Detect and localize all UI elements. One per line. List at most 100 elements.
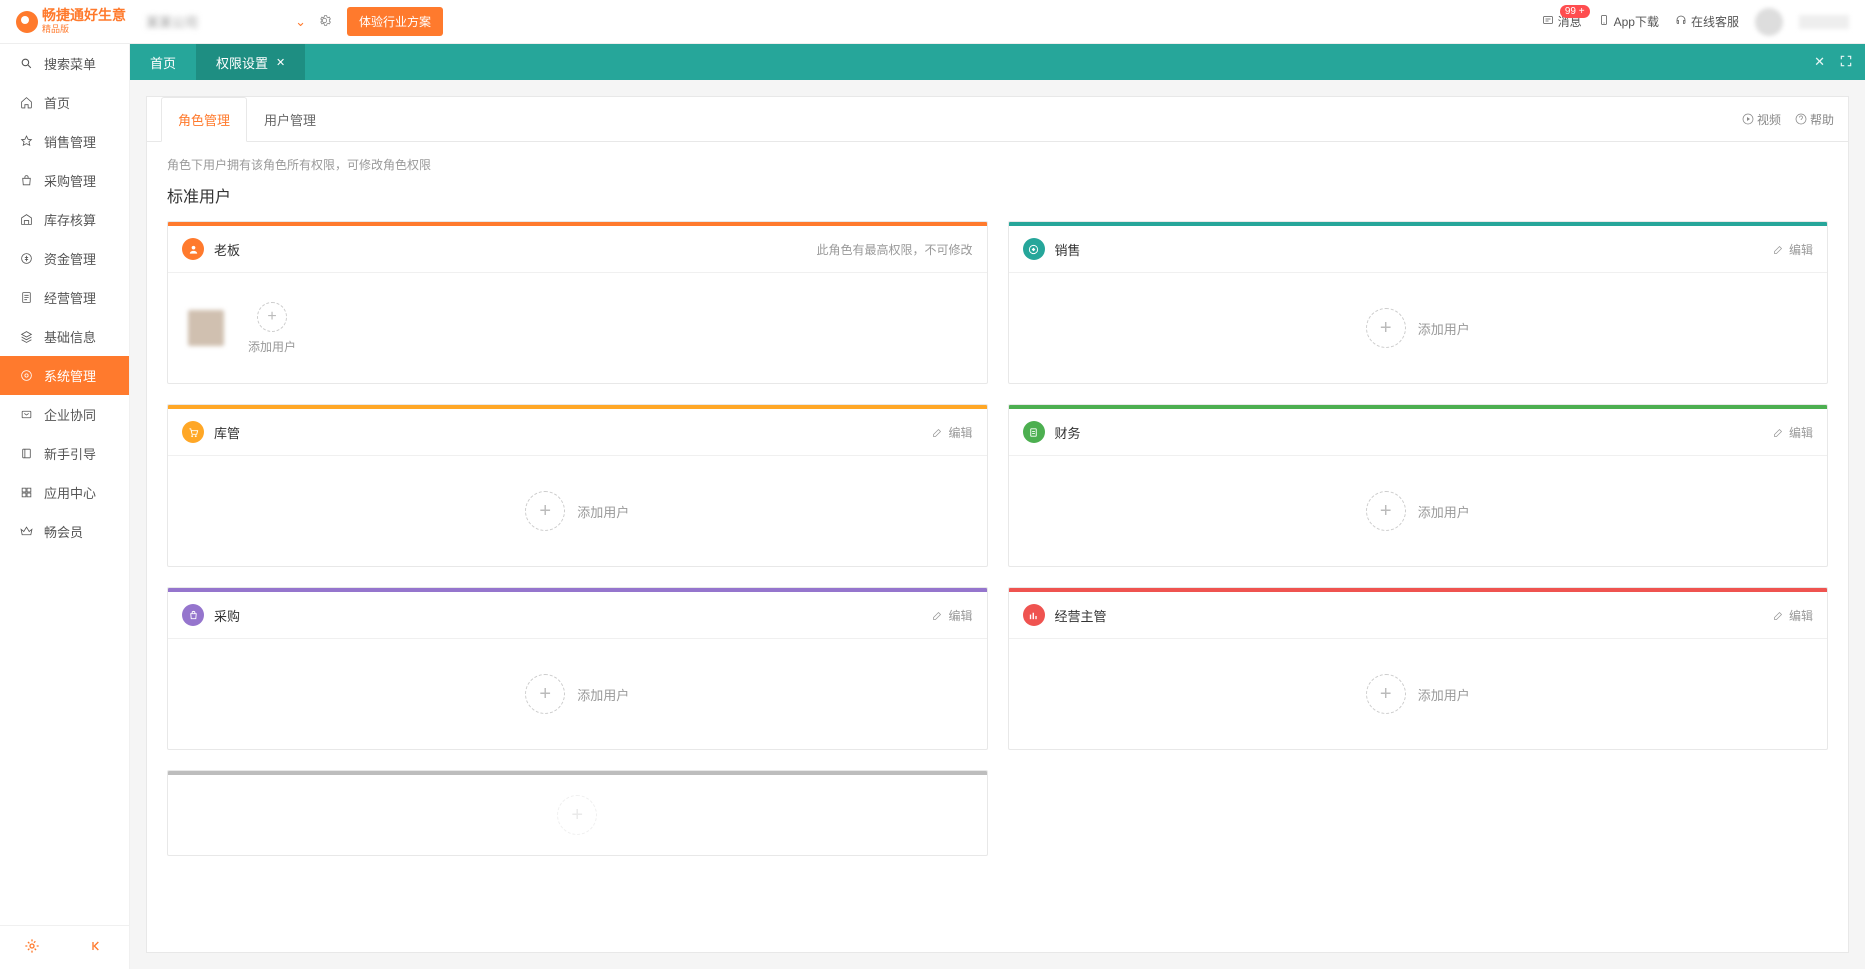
plus-icon: + bbox=[525, 674, 565, 714]
sidebar-item-basic[interactable]: 基础信息 bbox=[0, 317, 129, 356]
experience-industry-button[interactable]: 体验行业方案 bbox=[347, 7, 443, 36]
plus-icon: + bbox=[1366, 674, 1406, 714]
role-name: 采购 bbox=[214, 606, 240, 625]
sidebar-item-collab[interactable]: 企业协同 bbox=[0, 395, 129, 434]
warehouse-role-icon bbox=[182, 421, 204, 443]
close-icon[interactable]: ✕ bbox=[276, 56, 285, 69]
tab-home[interactable]: 首页 bbox=[130, 44, 196, 80]
tab-permission[interactable]: 权限设置 ✕ bbox=[196, 44, 305, 80]
video-link[interactable]: 视频 bbox=[1742, 111, 1781, 128]
tabs-fullscreen-icon[interactable] bbox=[1839, 54, 1853, 71]
footer-collapse-icon[interactable] bbox=[89, 938, 105, 957]
sidebar-item-inventory[interactable]: 库存核算 bbox=[0, 200, 129, 239]
sidebar-item-home[interactable]: 首页 bbox=[0, 83, 129, 122]
edit-button[interactable]: 编辑 bbox=[932, 424, 972, 441]
role-card-boss: 老板 此角色有最高权限，不可修改 + 添加用户 bbox=[167, 221, 988, 384]
add-user-button[interactable]: + 添加用户 bbox=[1366, 674, 1470, 714]
warehouse-icon bbox=[18, 212, 34, 228]
message-icon bbox=[1542, 14, 1554, 29]
role-card-sales: 销售 编辑 + 添加用户 bbox=[1008, 221, 1829, 384]
tabs-bar: 首页 权限设置 ✕ ✕ bbox=[130, 44, 1865, 80]
section-title: 标准用户 bbox=[147, 181, 1848, 221]
manager-role-icon bbox=[1023, 604, 1045, 626]
role-card-purchase: 采购 编辑 + 添加用户 bbox=[167, 587, 988, 750]
sidebar-item-label: 畅会员 bbox=[44, 522, 83, 541]
main-content: 首页 权限设置 ✕ ✕ 角色管理 用户管理 视频 帮助 角色下用户拥有该角色所有… bbox=[130, 44, 1865, 969]
add-user-button[interactable]: + 添加用户 bbox=[525, 674, 629, 714]
content-panel: 角色管理 用户管理 视频 帮助 角色下用户拥有该角色所有权限，可修改角色权限 标… bbox=[146, 96, 1849, 953]
plus-icon: + bbox=[525, 491, 565, 531]
header-right: 消息 99 + App下载 在线客服 bbox=[1542, 8, 1849, 36]
search-icon bbox=[18, 56, 34, 72]
description-text: 角色下用户拥有该角色所有权限，可修改角色权限 bbox=[147, 142, 1848, 181]
sidebar-item-guide[interactable]: 新手引导 bbox=[0, 434, 129, 473]
sidebar-item-label: 系统管理 bbox=[44, 366, 96, 385]
company-selector[interactable]: 某某公司 ⌄ bbox=[146, 12, 306, 31]
vip-icon bbox=[18, 524, 34, 540]
user-avatar[interactable] bbox=[1755, 8, 1783, 36]
add-user-label: 添加用户 bbox=[1418, 502, 1470, 521]
subtab-user-mgmt[interactable]: 用户管理 bbox=[247, 97, 333, 142]
sidebar-item-label: 搜索菜单 bbox=[44, 54, 96, 73]
finance-role-icon bbox=[1023, 421, 1045, 443]
user-avatar-thumb bbox=[188, 310, 224, 346]
add-user-button[interactable]: + 添加用户 bbox=[1366, 308, 1470, 348]
user-item[interactable] bbox=[188, 310, 224, 346]
tab-label: 权限设置 bbox=[216, 53, 268, 72]
sidebar-item-funds[interactable]: 资金管理 bbox=[0, 239, 129, 278]
add-user-button[interactable]: + 添加用户 bbox=[1366, 491, 1470, 531]
messages-badge: 99 + bbox=[1560, 5, 1590, 18]
role-card-body: + 添加用户 bbox=[168, 273, 987, 383]
messages-button[interactable]: 消息 99 + bbox=[1542, 13, 1582, 30]
edit-button[interactable]: 编辑 bbox=[1773, 424, 1813, 441]
edit-button[interactable]: 编辑 bbox=[1773, 241, 1813, 258]
purchase-role-icon bbox=[182, 604, 204, 626]
tabs-right-controls: ✕ bbox=[1814, 54, 1865, 71]
role-card-warehouse: 库管 编辑 + 添加用户 bbox=[167, 404, 988, 567]
sidebar-item-system[interactable]: 系统管理 bbox=[0, 356, 129, 395]
sidebar-item-business[interactable]: 经营管理 bbox=[0, 278, 129, 317]
sidebar-item-label: 应用中心 bbox=[44, 483, 96, 502]
sidebar-item-member[interactable]: 畅会员 bbox=[0, 512, 129, 551]
role-card-finance: 财务 编辑 + 添加用户 bbox=[1008, 404, 1829, 567]
top-header: 畅捷通好生意 精品版 某某公司 ⌄ 体验行业方案 消息 99 + App下载 在… bbox=[0, 0, 1865, 44]
sidebar-item-label: 销售管理 bbox=[44, 132, 96, 151]
add-user-label: 添加用户 bbox=[1418, 685, 1470, 704]
edit-button[interactable]: 编辑 bbox=[1773, 607, 1813, 624]
logo-title: 畅捷通好生意 bbox=[42, 8, 126, 22]
add-user-button[interactable]: + 添加用户 bbox=[248, 302, 296, 355]
logo[interactable]: 畅捷通好生意 精品版 bbox=[16, 8, 126, 35]
online-service-button[interactable]: 在线客服 bbox=[1675, 13, 1739, 30]
footer-gear-icon[interactable] bbox=[24, 938, 40, 957]
role-card-body: + 添加用户 bbox=[1009, 273, 1828, 383]
sub-tabs: 角色管理 用户管理 视频 帮助 bbox=[147, 97, 1848, 142]
app-download-button[interactable]: App下载 bbox=[1598, 13, 1659, 30]
role-card-header: 经营主管 编辑 bbox=[1009, 592, 1828, 639]
gear-icon[interactable] bbox=[318, 14, 331, 30]
tab-label: 首页 bbox=[150, 53, 176, 72]
help-link[interactable]: 帮助 bbox=[1795, 111, 1834, 128]
plus-icon: + bbox=[1366, 308, 1406, 348]
sidebar-item-apps[interactable]: 应用中心 bbox=[0, 473, 129, 512]
sales-role-icon bbox=[1023, 238, 1045, 260]
logo-subtitle: 精品版 bbox=[42, 22, 126, 35]
edit-button[interactable]: 编辑 bbox=[932, 607, 972, 624]
sidebar-item-label: 新手引导 bbox=[44, 444, 96, 463]
sidebar-item-purchase[interactable]: 采购管理 bbox=[0, 161, 129, 200]
role-card-extra: + bbox=[167, 770, 988, 856]
sidebar-footer bbox=[0, 925, 129, 969]
role-card-body: + 添加用户 bbox=[1009, 639, 1828, 749]
subtab-role-mgmt[interactable]: 角色管理 bbox=[161, 97, 247, 142]
role-name: 财务 bbox=[1055, 423, 1081, 442]
sidebar-item-label: 首页 bbox=[44, 93, 70, 112]
role-card-header: 库管 编辑 bbox=[168, 409, 987, 456]
sidebar-item-label: 基础信息 bbox=[44, 327, 96, 346]
bag-icon bbox=[18, 173, 34, 189]
add-user-button[interactable]: + 添加用户 bbox=[525, 491, 629, 531]
add-user-label: 添加用户 bbox=[1418, 319, 1470, 338]
sidebar-item-search[interactable]: 搜索菜单 bbox=[0, 44, 129, 83]
tabs-close-all-icon[interactable]: ✕ bbox=[1814, 54, 1825, 70]
home-icon bbox=[18, 95, 34, 111]
sidebar-item-sales[interactable]: 销售管理 bbox=[0, 122, 129, 161]
role-card-header: 采购 编辑 bbox=[168, 592, 987, 639]
